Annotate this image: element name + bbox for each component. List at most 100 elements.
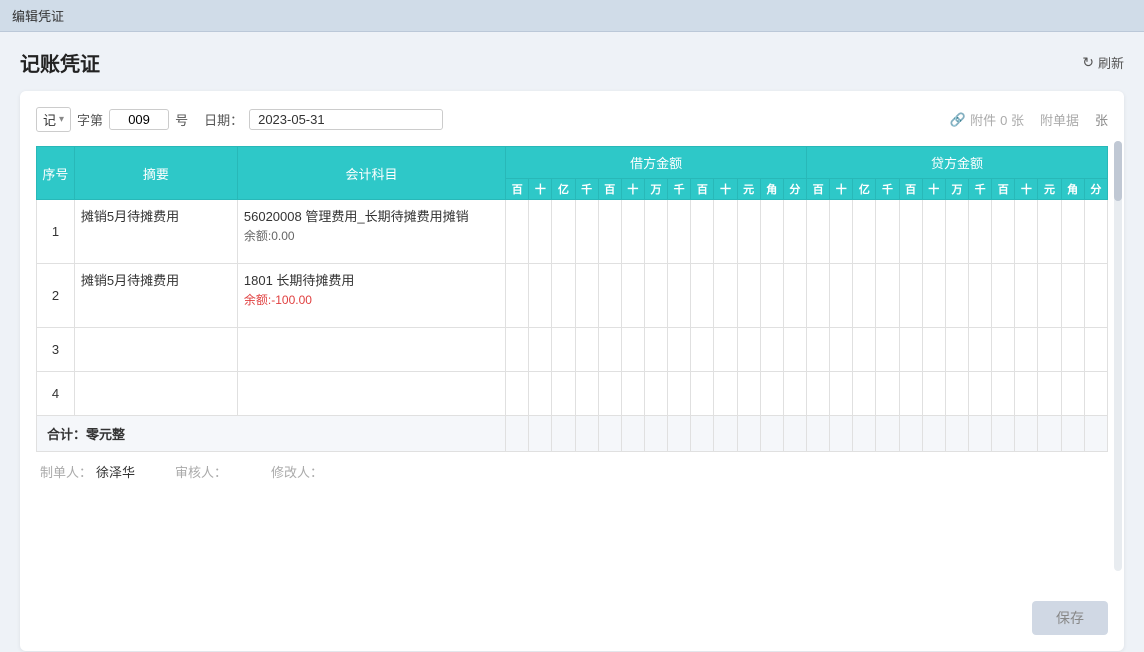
row-3-debit-11[interactable] [737, 328, 760, 372]
row-3-debit-3[interactable] [552, 328, 575, 372]
row-4-credit-6[interactable] [922, 372, 945, 416]
row-4-debit-3[interactable] [552, 372, 575, 416]
attachment-list-label[interactable]: 附单据 [1040, 110, 1079, 129]
row-4-credit-10[interactable] [1015, 372, 1038, 416]
row-4-credit-13[interactable] [1084, 372, 1107, 416]
row-1-account[interactable]: 56020008 管理费用_长期待摊费用摊销余额:0.00 [237, 200, 505, 264]
row-1-credit-13[interactable] [1084, 200, 1107, 264]
row-4-debit-6[interactable] [621, 372, 644, 416]
row-3-credit-4[interactable] [876, 328, 899, 372]
row-4-debit-2[interactable] [529, 372, 552, 416]
row-4-debit-8[interactable] [668, 372, 691, 416]
row-3-debit-7[interactable] [644, 328, 667, 372]
row-3-debit-13[interactable] [783, 328, 806, 372]
row-2-debit-8[interactable] [668, 264, 691, 328]
row-1-debit-4[interactable] [575, 200, 598, 264]
row-2-debit-11[interactable] [737, 264, 760, 328]
save-button[interactable]: 保存 [1032, 601, 1108, 635]
row-2-summary[interactable]: 摊销5月待摊费用 [74, 264, 237, 328]
row-3-debit-12[interactable] [760, 328, 783, 372]
row-1-credit-1[interactable] [807, 200, 830, 264]
voucher-number-input[interactable] [109, 109, 169, 130]
row-3-debit-9[interactable] [691, 328, 714, 372]
row-1-debit-3[interactable] [552, 200, 575, 264]
row-1-debit-13[interactable] [783, 200, 806, 264]
row-2-credit-7[interactable] [945, 264, 968, 328]
row-4-debit-1[interactable] [506, 372, 529, 416]
row-4-debit-9[interactable] [691, 372, 714, 416]
row-2-account[interactable]: 1801 长期待摊费用余额:-100.00 [237, 264, 505, 328]
row-1-debit-12[interactable] [760, 200, 783, 264]
row-3-debit-6[interactable] [621, 328, 644, 372]
table-row[interactable]: 1摊销5月待摊费用56020008 管理费用_长期待摊费用摊销余额:0.00 [37, 200, 1108, 264]
row-3-credit-13[interactable] [1084, 328, 1107, 372]
row-1-credit-9[interactable] [992, 200, 1015, 264]
row-3-credit-10[interactable] [1015, 328, 1038, 372]
row-2-debit-2[interactable] [529, 264, 552, 328]
row-1-debit-1[interactable] [506, 200, 529, 264]
row-3-credit-2[interactable] [830, 328, 853, 372]
row-2-credit-8[interactable] [969, 264, 992, 328]
row-3-credit-8[interactable] [969, 328, 992, 372]
row-1-credit-3[interactable] [853, 200, 876, 264]
row-2-debit-5[interactable] [598, 264, 621, 328]
row-3-debit-1[interactable] [506, 328, 529, 372]
row-3-debit-4[interactable] [575, 328, 598, 372]
row-2-credit-12[interactable] [1061, 264, 1084, 328]
row-1-credit-12[interactable] [1061, 200, 1084, 264]
row-3-credit-7[interactable] [945, 328, 968, 372]
row-3-credit-3[interactable] [853, 328, 876, 372]
row-3-account[interactable] [237, 328, 505, 372]
row-1-credit-5[interactable] [899, 200, 922, 264]
row-4-credit-3[interactable] [853, 372, 876, 416]
row-1-credit-11[interactable] [1038, 200, 1061, 264]
row-2-credit-10[interactable] [1015, 264, 1038, 328]
row-1-debit-6[interactable] [621, 200, 644, 264]
row-4-summary[interactable] [74, 372, 237, 416]
row-2-debit-3[interactable] [552, 264, 575, 328]
row-2-credit-9[interactable] [992, 264, 1015, 328]
row-2-credit-3[interactable] [853, 264, 876, 328]
row-2-debit-12[interactable] [760, 264, 783, 328]
row-2-credit-11[interactable] [1038, 264, 1061, 328]
row-2-credit-13[interactable] [1084, 264, 1107, 328]
row-4-debit-13[interactable] [783, 372, 806, 416]
row-2-debit-10[interactable] [714, 264, 737, 328]
row-4-credit-12[interactable] [1061, 372, 1084, 416]
row-4-credit-9[interactable] [992, 372, 1015, 416]
row-4-debit-7[interactable] [644, 372, 667, 416]
row-4-credit-8[interactable] [969, 372, 992, 416]
row-4-credit-5[interactable] [899, 372, 922, 416]
row-3-debit-10[interactable] [714, 328, 737, 372]
row-3-debit-5[interactable] [598, 328, 621, 372]
row-1-credit-4[interactable] [876, 200, 899, 264]
row-1-credit-6[interactable] [922, 200, 945, 264]
row-3-credit-6[interactable] [922, 328, 945, 372]
row-2-debit-6[interactable] [621, 264, 644, 328]
row-1-debit-9[interactable] [691, 200, 714, 264]
table-row[interactable]: 4 [37, 372, 1108, 416]
row-4-credit-4[interactable] [876, 372, 899, 416]
row-2-credit-5[interactable] [899, 264, 922, 328]
row-1-debit-7[interactable] [644, 200, 667, 264]
voucher-type-select[interactable]: 记 ▾ [36, 107, 71, 132]
row-1-debit-5[interactable] [598, 200, 621, 264]
row-1-debit-8[interactable] [668, 200, 691, 264]
row-4-credit-7[interactable] [945, 372, 968, 416]
row-3-credit-5[interactable] [899, 328, 922, 372]
row-1-credit-2[interactable] [830, 200, 853, 264]
refresh-button[interactable]: ↻ 刷新 [1082, 53, 1124, 72]
row-1-debit-2[interactable] [529, 200, 552, 264]
row-4-account[interactable] [237, 372, 505, 416]
row-4-credit-1[interactable] [807, 372, 830, 416]
row-4-debit-12[interactable] [760, 372, 783, 416]
table-row[interactable]: 3 [37, 328, 1108, 372]
row-4-debit-11[interactable] [737, 372, 760, 416]
row-1-credit-10[interactable] [1015, 200, 1038, 264]
row-2-credit-1[interactable] [807, 264, 830, 328]
row-2-debit-7[interactable] [644, 264, 667, 328]
row-3-debit-2[interactable] [529, 328, 552, 372]
row-2-credit-6[interactable] [922, 264, 945, 328]
row-4-credit-11[interactable] [1038, 372, 1061, 416]
scrollbar-thumb[interactable] [1114, 141, 1122, 201]
